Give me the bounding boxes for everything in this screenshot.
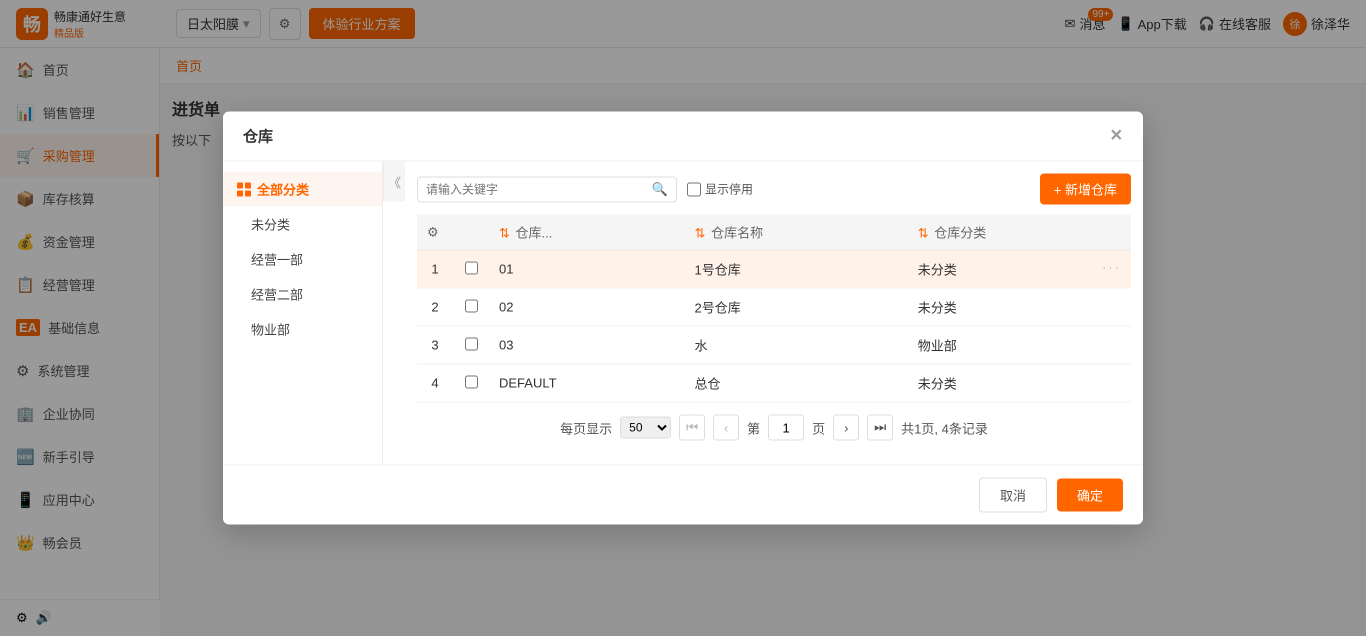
category-collapse-button[interactable]: 《	[383, 162, 405, 202]
category-item-property[interactable]: 物业部	[223, 312, 382, 347]
search-box: 🔍	[417, 176, 677, 202]
search-input[interactable]	[426, 182, 648, 196]
row-code: DEFAULT	[489, 364, 685, 402]
th-code[interactable]: ⇅ 仓库...	[489, 215, 685, 251]
warehouse-modal: 仓库 ✕ 全部分类 未分类 经营一部 经营二部 物业部 《	[223, 112, 1143, 525]
category-item-unclassified[interactable]: 未分类	[223, 207, 382, 242]
row-code: 01	[489, 250, 685, 288]
row-num: 3	[417, 326, 453, 364]
next-page-button[interactable]: ›	[833, 415, 859, 441]
per-page-select[interactable]: 50 100 200	[620, 417, 671, 439]
row-category: 未分类	[908, 288, 1131, 326]
show-disabled-checkbox[interactable]	[687, 182, 701, 196]
row-check[interactable]	[453, 364, 489, 402]
row-category: 物业部	[908, 326, 1131, 364]
table-row[interactable]: 2 02 2号仓库 未分类	[417, 288, 1131, 326]
page-prefix: 第	[747, 418, 760, 437]
toolbar: 🔍 显示停用 + 新增仓库	[417, 174, 1131, 205]
prev-page-button[interactable]: ‹	[713, 415, 739, 441]
category-sidebar: 全部分类 未分类 经营一部 经营二部 物业部	[223, 162, 383, 465]
table-row[interactable]: 1 01 1号仓库 未分类 ···	[417, 250, 1131, 288]
total-label: 共1页, 4条记录	[901, 418, 988, 437]
row-name: 2号仓库	[685, 288, 908, 326]
row-num: 2	[417, 288, 453, 326]
row-check[interactable]	[453, 250, 489, 288]
th-name[interactable]: ⇅ 仓库名称	[685, 215, 908, 251]
th-category[interactable]: ⇅ 仓库分类	[908, 215, 1131, 251]
table-body: 1 01 1号仓库 未分类 ··· 2 02 2号仓库	[417, 250, 1131, 402]
table-area: 🔍 显示停用 + 新增仓库 ⚙ ⇅	[405, 162, 1143, 465]
table-row[interactable]: 3 03 水 物业部	[417, 326, 1131, 364]
pagination: 每页显示 50 100 200 ⏮ ‹ 第 页 › ⏭ 共1页, 4条记录	[417, 403, 1131, 453]
warehouse-table: ⚙ ⇅ 仓库... ⇅ 仓库名称 ⇅	[417, 215, 1131, 403]
sort-icon: ⇅	[499, 226, 510, 241]
modal-close-button[interactable]: ✕	[1110, 128, 1123, 144]
per-page-label: 每页显示	[560, 418, 612, 437]
row-category: 未分类	[908, 364, 1131, 402]
show-disabled-label[interactable]: 显示停用	[687, 181, 753, 198]
row-code: 02	[489, 288, 685, 326]
table-row[interactable]: 4 DEFAULT 总仓 未分类	[417, 364, 1131, 402]
category-item-ops1[interactable]: 经营一部	[223, 242, 382, 277]
last-page-button[interactable]: ⏭	[867, 415, 893, 441]
row-code: 03	[489, 326, 685, 364]
th-check	[453, 215, 489, 251]
row-name: 总仓	[685, 364, 908, 402]
category-item-ops2[interactable]: 经营二部	[223, 277, 382, 312]
row-num: 4	[417, 364, 453, 402]
first-page-button[interactable]: ⏮	[679, 415, 705, 441]
modal-header: 仓库 ✕	[223, 112, 1143, 162]
row-check[interactable]	[453, 326, 489, 364]
row-num: 1	[417, 250, 453, 288]
modal-body: 全部分类 未分类 经营一部 经营二部 物业部 《 🔍 显示停用	[223, 162, 1143, 465]
modal-title: 仓库	[243, 126, 273, 147]
table-header: ⚙ ⇅ 仓库... ⇅ 仓库名称 ⇅	[417, 215, 1131, 251]
cancel-button[interactable]: 取消	[979, 478, 1047, 513]
table-wrapper: ⚙ ⇅ 仓库... ⇅ 仓库名称 ⇅	[417, 215, 1131, 403]
page-suffix: 页	[812, 418, 825, 437]
search-icon: 🔍	[652, 181, 668, 197]
more-actions-icon[interactable]: ···	[1102, 260, 1121, 275]
category-all[interactable]: 全部分类	[223, 172, 382, 207]
th-gear[interactable]: ⚙	[417, 215, 453, 251]
add-warehouse-button[interactable]: + 新增仓库	[1040, 174, 1131, 205]
collapse-icon: 《	[388, 172, 401, 191]
row-name: 水	[685, 326, 908, 364]
confirm-button[interactable]: 确定	[1057, 479, 1123, 512]
page-number-input[interactable]	[768, 415, 804, 441]
grid-icon	[237, 182, 251, 196]
modal-footer: 取消 确定	[223, 465, 1143, 525]
sort-icon-cat: ⇅	[918, 226, 929, 241]
row-name: 1号仓库	[685, 250, 908, 288]
row-category: 未分类 ···	[908, 250, 1131, 288]
row-check[interactable]	[453, 288, 489, 326]
sort-icon-name: ⇅	[695, 226, 706, 241]
